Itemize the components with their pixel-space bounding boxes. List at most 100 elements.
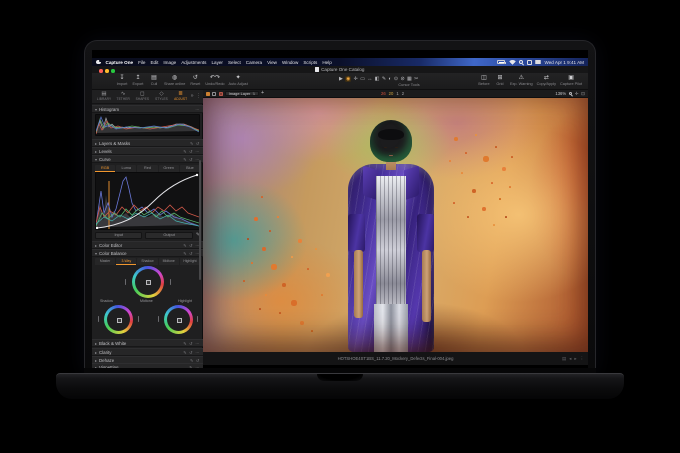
panel-more-icon[interactable]: ⋯: [195, 350, 200, 355]
window-title-bar[interactable]: Capture One Catalog: [92, 66, 588, 73]
input-source-icon[interactable]: [527, 60, 532, 65]
control-center-icon[interactable]: [535, 60, 541, 64]
panel-pen-icon[interactable]: ✎: [183, 149, 187, 154]
layers-masks-panel-header[interactable]: ▸ Layers & Masks ✎ ↺: [92, 139, 203, 147]
straighten-tool-icon[interactable]: ↔: [367, 76, 372, 82]
menu-clock[interactable]: Wed Apr 1 9:41 AM: [545, 60, 585, 65]
panel-more-icon[interactable]: ⋯: [195, 149, 200, 154]
menu-file[interactable]: File: [138, 60, 145, 65]
fullscreen-icon[interactable]: ⊡: [581, 91, 585, 97]
menu-app-name[interactable]: Capture One: [106, 60, 134, 65]
prev-image-icon[interactable]: ◂: [569, 356, 571, 361]
keystone-tool-icon[interactable]: ◧: [375, 76, 380, 82]
pan-tool-icon[interactable]: ✛: [354, 76, 358, 82]
erase-tool-icon[interactable]: ⊘: [400, 76, 404, 82]
clarity-panel-header[interactable]: ▸ Clarity ✎ ↺ ⋯: [92, 348, 203, 356]
tab-styles[interactable]: ◇STYLES: [152, 91, 170, 101]
empty-mask-icon[interactable]: [212, 92, 216, 96]
select-tool-icon[interactable]: ▶: [339, 76, 343, 82]
zoom-magnifier-icon[interactable]: [569, 92, 572, 95]
viewer-more-icon[interactable]: ⋮: [580, 356, 584, 361]
viewer-canvas[interactable]: [203, 98, 588, 352]
tab-tether[interactable]: ∿TETHER: [114, 91, 132, 101]
undo-redo-button[interactable]: ↶↷Undo/Redo: [205, 75, 224, 87]
panel-reset-icon[interactable]: ↺: [189, 341, 193, 346]
tab-overflow-icon[interactable]: »: [191, 93, 194, 99]
panel-pen-icon[interactable]: ✎: [190, 358, 194, 363]
menu-layer[interactable]: Layer: [211, 60, 223, 65]
panel-more-icon[interactable]: ⋯: [195, 341, 200, 346]
exposure-warning-button[interactable]: ⚠Exp. Warning: [510, 75, 533, 87]
mask-brush-tool-icon[interactable]: ◐: [388, 76, 391, 82]
wheel-slider-tick[interactable]: [197, 316, 198, 322]
menu-window[interactable]: Window: [282, 60, 298, 65]
pan-hand-icon[interactable]: ✛: [575, 91, 579, 97]
menu-image[interactable]: Image: [163, 60, 176, 65]
capture-pilot-button[interactable]: ▣Capture Pilot: [560, 75, 582, 87]
curve-tab-green[interactable]: Green: [159, 165, 179, 172]
menu-help[interactable]: Help: [322, 60, 331, 65]
cut-tool-icon[interactable]: ✂: [414, 76, 418, 82]
curve-input-field[interactable]: Input: [95, 232, 142, 239]
highlight-color-wheel[interactable]: [164, 305, 193, 334]
loupe-tool-icon[interactable]: ◉: [345, 76, 351, 82]
before-after-button[interactable]: ◫Before: [478, 75, 490, 87]
panel-reset-icon[interactable]: ↺: [189, 243, 193, 248]
menu-edit[interactable]: Edit: [150, 60, 158, 65]
fill-mask-icon[interactable]: [206, 92, 210, 96]
curve-panel-header[interactable]: ▾ Curve ✎ ↺ ⋯: [92, 155, 203, 163]
panel-pen-icon[interactable]: ✎: [183, 157, 187, 162]
shadow-color-wheel[interactable]: [104, 305, 133, 334]
panel-pen-icon[interactable]: ✎: [183, 341, 187, 346]
curve-output-field[interactable]: Output: [145, 232, 192, 239]
next-image-icon[interactable]: ▸: [574, 356, 576, 361]
auto-adjust-button[interactable]: ✦Auto Adjust: [229, 75, 248, 87]
panel-pen-icon[interactable]: ✎: [189, 365, 193, 369]
menu-adjustments[interactable]: Adjustments: [181, 60, 206, 65]
histogram-panel-header[interactable]: ▾ Histogram ⋯: [92, 105, 203, 113]
menu-scripts[interactable]: Scripts: [303, 60, 317, 65]
tab-adjust[interactable]: ≣ADJUST: [172, 91, 190, 101]
panel-more-icon[interactable]: ⋯: [195, 107, 200, 112]
color-balance-panel-header[interactable]: ▾ Color Balance ✎ ↺ ⋯: [92, 249, 203, 257]
levels-panel-header[interactable]: ▸ Levels ✎ ↺ ⋯: [92, 147, 203, 155]
spot-tool-icon[interactable]: ✎: [382, 76, 386, 82]
panel-more-icon[interactable]: ⋯: [195, 365, 200, 369]
grid-button[interactable]: ⊞Grid: [494, 75, 506, 87]
curve-tab-rgb[interactable]: RGB: [95, 165, 115, 172]
invert-mask-icon[interactable]: [219, 92, 223, 96]
curve-plot[interactable]: [95, 172, 200, 230]
zoom-level[interactable]: 136%: [555, 91, 566, 96]
reset-button[interactable]: ↺Reset: [189, 75, 201, 87]
wheel-slider-tick[interactable]: [125, 279, 126, 285]
panel-pen-icon[interactable]: ✎: [183, 350, 187, 355]
panel-pen-icon[interactable]: ✎: [190, 141, 194, 146]
panel-reset-icon[interactable]: ↺: [196, 141, 200, 146]
curve-tab-luma[interactable]: Luma: [116, 165, 136, 172]
curve-tab-red[interactable]: Red: [137, 165, 157, 172]
radial-mask-tool-icon[interactable]: ⊙: [394, 76, 398, 82]
share-online-button[interactable]: ◍Share online: [164, 75, 185, 87]
battery-icon[interactable]: [497, 60, 505, 64]
menu-camera[interactable]: Camera: [246, 60, 262, 65]
cb-tab-master[interactable]: Master: [95, 258, 115, 265]
midtone-color-wheel[interactable]: [132, 266, 164, 298]
panel-reset-icon[interactable]: ↺: [189, 157, 193, 162]
layer-selector-dropdown[interactable]: Image Layer ⇅: [225, 91, 258, 97]
counter-3[interactable]: 2: [402, 91, 404, 96]
color-editor-panel-header[interactable]: ▸ Color Editor ✎ ↺ ⋯: [92, 241, 203, 249]
wheel-slider-tick[interactable]: [158, 316, 159, 322]
wheel-slider-tick[interactable]: [170, 279, 171, 285]
export-button[interactable]: ↥Export: [132, 75, 144, 87]
counter-2[interactable]: 1: [396, 91, 398, 96]
curve-tab-blue[interactable]: Blue: [180, 165, 200, 172]
crop-tool-icon[interactable]: ▭: [360, 76, 365, 82]
wifi-icon[interactable]: [509, 60, 516, 65]
grid-mask-tool-icon[interactable]: ▦: [407, 76, 412, 82]
vignetting-panel-header[interactable]: ▸ Vignetting ✎ ⋯: [92, 363, 203, 368]
cull-button[interactable]: ▤Cull: [148, 75, 160, 87]
counter-red[interactable]: 26: [381, 91, 386, 96]
counter-yellow[interactable]: 20: [389, 91, 394, 96]
cb-tab-shadow[interactable]: Shadow: [137, 258, 157, 265]
panel-reset-icon[interactable]: ↺: [189, 350, 193, 355]
